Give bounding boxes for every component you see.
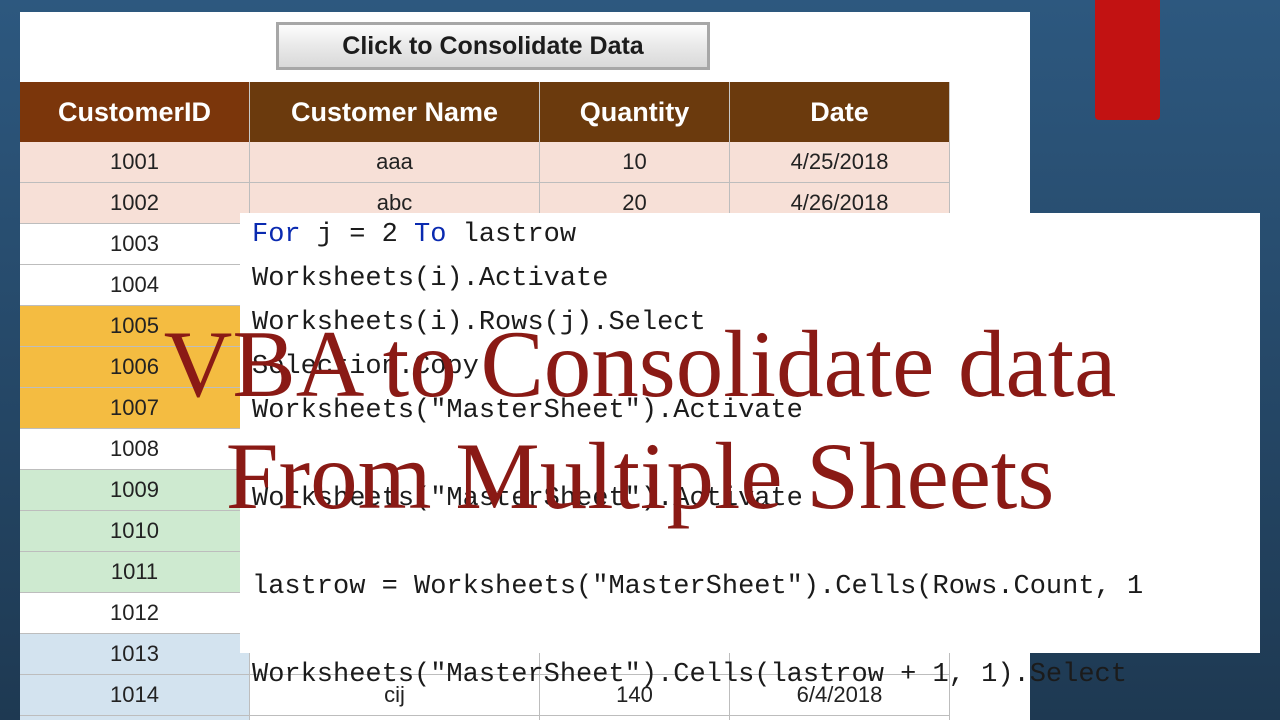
code-line xyxy=(252,609,1260,653)
title-line-1: VBA to Consolidate data xyxy=(164,311,1117,417)
header-customer-id: CustomerID xyxy=(20,82,250,142)
header-quantity: Quantity xyxy=(540,82,730,142)
code-text: j = 2 xyxy=(301,220,414,250)
table-header-row: CustomerID Customer Name Quantity Date xyxy=(20,82,950,142)
cell-customer-id[interactable]: 1003 xyxy=(20,224,250,265)
table-row[interactable]: 1015ckl1506/5/2018 xyxy=(20,716,1030,720)
cell-customer-id[interactable]: 1001 xyxy=(20,142,250,183)
cell-date[interactable]: 6/5/2018 xyxy=(730,716,950,720)
code-line: Worksheets("MasterSheet").Cells(lastrow … xyxy=(252,653,1260,697)
cell-customer-name[interactable]: aaa xyxy=(250,142,540,183)
header-customer-name: Customer Name xyxy=(250,82,540,142)
decorative-red-tab xyxy=(1095,0,1160,120)
code-line: lastrow = Worksheets("MasterSheet").Cell… xyxy=(252,565,1260,609)
code-keyword: For xyxy=(252,220,301,250)
code-text: lastrow xyxy=(446,220,576,250)
cell-quantity[interactable]: 150 xyxy=(540,716,730,720)
cell-customer-id[interactable]: 1015 xyxy=(20,716,250,720)
consolidate-button[interactable]: Click to Consolidate Data xyxy=(276,22,710,70)
slide-title: VBA to Consolidate data From Multiple Sh… xyxy=(40,308,1240,532)
cell-customer-id[interactable]: 1011 xyxy=(20,552,250,593)
cell-customer-id[interactable]: 1014 xyxy=(20,675,250,716)
cell-customer-id[interactable]: 1002 xyxy=(20,183,250,224)
cell-customer-id[interactable]: 1012 xyxy=(20,593,250,634)
cell-customer-id[interactable]: 1013 xyxy=(20,634,250,675)
cell-date[interactable]: 4/25/2018 xyxy=(730,142,950,183)
code-keyword: To xyxy=(414,220,446,250)
cell-quantity[interactable]: 10 xyxy=(540,142,730,183)
table-row[interactable]: 1001aaa104/25/2018 xyxy=(20,142,1030,183)
code-line: For j = 2 To lastrow xyxy=(252,213,1260,257)
cell-customer-id[interactable]: 1004 xyxy=(20,265,250,306)
title-line-2: From Multiple Sheets xyxy=(226,423,1055,529)
cell-customer-name[interactable]: ckl xyxy=(250,716,540,720)
code-line: Worksheets(i).Activate xyxy=(252,257,1260,301)
header-date: Date xyxy=(730,82,950,142)
